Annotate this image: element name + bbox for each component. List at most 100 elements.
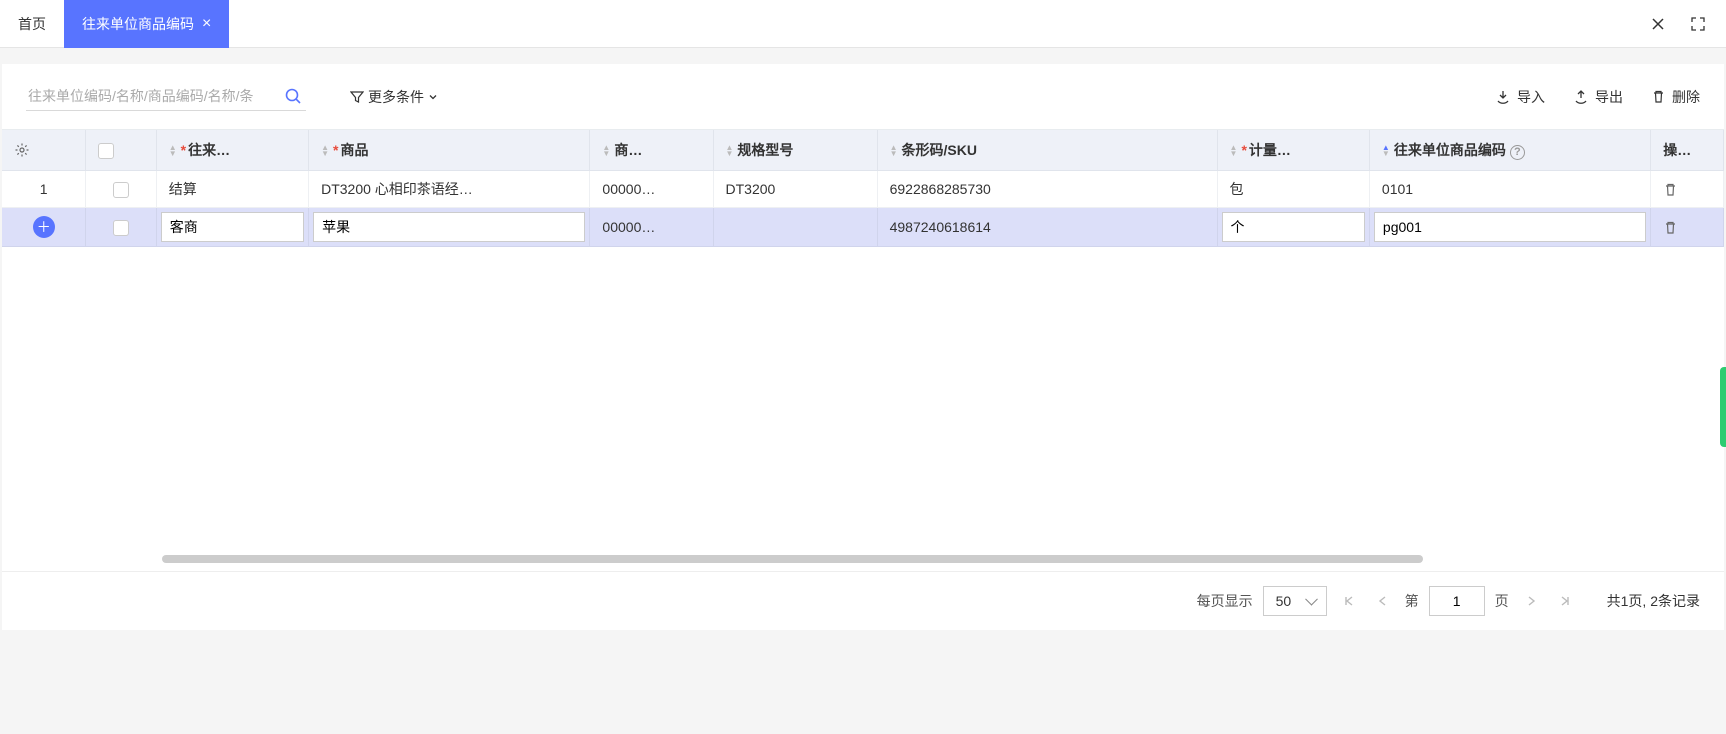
content-area: 更多条件 导入 导出 <box>0 48 1726 734</box>
tab-home[interactable]: 首页 <box>0 0 64 48</box>
product-input[interactable] <box>313 212 585 242</box>
pagination: 每页显示 50 第 页 共1页, 2条记录 <box>2 571 1724 630</box>
sort-icon: ▲▼ <box>321 145 329 157</box>
column-partner-code[interactable]: ▲▼往来单位商品编码? <box>1370 130 1651 171</box>
fullscreen-icon[interactable] <box>1686 12 1710 36</box>
page-summary: 共1页, 2条记录 <box>1607 591 1700 611</box>
table-container: ▲▼*往来… ▲▼*商品 ▲▼商… ▲▼规格型号 ▲▼条形码/SKU ▲▼*计量… <box>2 129 1724 547</box>
row-checkbox-cell <box>86 171 156 208</box>
more-conditions-label: 更多条件 <box>368 87 424 107</box>
page-last-button[interactable] <box>1553 589 1577 613</box>
partner-input[interactable] <box>161 212 304 242</box>
partner-code-input[interactable] <box>1374 212 1646 242</box>
column-spec[interactable]: ▲▼规格型号 <box>714 130 878 171</box>
chevron-down-icon <box>428 92 438 102</box>
page-first-button[interactable] <box>1337 589 1361 613</box>
import-icon <box>1495 89 1511 105</box>
export-icon <box>1573 89 1589 105</box>
column-checkbox-all[interactable] <box>86 130 156 171</box>
sort-icon: ▲▼ <box>726 145 734 157</box>
search-input[interactable] <box>26 82 306 110</box>
cell-partner-code <box>1370 208 1651 247</box>
horizontal-scrollbar[interactable] <box>162 555 1700 565</box>
cell-spec[interactable]: DT3200 <box>714 171 878 208</box>
per-page-label: 每页显示 <box>1197 591 1253 611</box>
cell-uom <box>1218 208 1370 247</box>
cell-partner-code[interactable]: 0101 <box>1370 171 1651 208</box>
search-box <box>26 82 306 111</box>
row-delete-button[interactable] <box>1663 220 1711 235</box>
row-checkbox-cell <box>86 208 156 247</box>
cell-operation <box>1651 171 1724 208</box>
close-all-icon[interactable] <box>1646 12 1670 36</box>
column-uom[interactable]: ▲▼*计量… <box>1218 130 1370 171</box>
column-product-code[interactable]: ▲▼ 商… <box>590 130 713 171</box>
help-icon[interactable]: ? <box>1510 145 1525 160</box>
tabs-bar: 首页 往来单位商品编码 × <box>0 0 1726 48</box>
column-partner[interactable]: ▲▼ *往来… <box>157 130 309 171</box>
cell-barcode[interactable]: 4987240618614 <box>878 208 1218 247</box>
row-delete-button[interactable] <box>1663 182 1711 197</box>
column-product-code-label: 商… <box>614 142 642 158</box>
column-operation: 操… <box>1651 130 1724 171</box>
cell-product-code[interactable]: 00000… <box>590 208 713 247</box>
import-button[interactable]: 导入 <box>1495 87 1545 107</box>
page-input[interactable] <box>1429 586 1485 616</box>
page-prev-button[interactable] <box>1371 589 1395 613</box>
scrollbar-thumb[interactable] <box>162 555 1423 563</box>
column-product-label: 商品 <box>340 142 368 158</box>
table-header-row: ▲▼*往来… ▲▼*商品 ▲▼商… ▲▼规格型号 ▲▼条形码/SKU ▲▼*计量… <box>2 130 1724 171</box>
row-add-cell: ＋ <box>2 208 86 247</box>
cell-uom[interactable]: 包 <box>1218 171 1370 208</box>
sort-icon: ▲▼ <box>169 145 177 157</box>
sort-icon: ▲▼ <box>602 145 610 157</box>
table-row: ＋ 00000… 4987240618614 <box>2 208 1724 247</box>
row-index: 1 <box>2 171 86 208</box>
toolbar: 更多条件 导入 导出 <box>2 64 1724 129</box>
row-checkbox[interactable] <box>113 220 129 236</box>
sort-icon: ▲▼ <box>890 145 898 157</box>
add-row-button[interactable]: ＋ <box>33 216 55 238</box>
table-row: 1 结算 DT3200 心相印茶语经… 00000… DT3200 692286… <box>2 171 1724 208</box>
more-conditions-button[interactable]: 更多条件 <box>350 87 438 107</box>
cell-product-code[interactable]: 00000… <box>590 171 713 208</box>
import-label: 导入 <box>1517 87 1545 107</box>
sort-icon: ▲▼ <box>1382 145 1390 157</box>
uom-input[interactable] <box>1222 212 1365 242</box>
search-icon[interactable] <box>284 87 302 105</box>
gear-icon <box>14 142 73 158</box>
required-star: * <box>1241 142 1246 158</box>
column-barcode[interactable]: ▲▼条形码/SKU <box>878 130 1218 171</box>
column-operation-label: 操… <box>1663 142 1691 158</box>
cell-partner <box>157 208 309 247</box>
close-icon[interactable]: × <box>202 15 211 33</box>
filter-icon <box>350 90 364 104</box>
cell-product[interactable]: DT3200 心相印茶语经… <box>309 171 590 208</box>
cell-partner[interactable]: 结算 <box>157 171 309 208</box>
cell-spec[interactable] <box>714 208 878 247</box>
tab-home-label: 首页 <box>18 14 46 34</box>
cell-product <box>309 208 590 247</box>
page-prefix: 第 <box>1405 591 1419 611</box>
column-product[interactable]: ▲▼*商品 <box>309 130 590 171</box>
side-handle[interactable] <box>1720 367 1726 447</box>
tab-partner-product-code[interactable]: 往来单位商品编码 × <box>64 0 229 48</box>
cell-barcode[interactable]: 6922868285730 <box>878 171 1218 208</box>
per-page-select[interactable]: 50 <box>1263 586 1327 616</box>
column-spec-label: 规格型号 <box>737 142 793 158</box>
data-table: ▲▼*往来… ▲▼*商品 ▲▼商… ▲▼规格型号 ▲▼条形码/SKU ▲▼*计量… <box>2 130 1724 247</box>
page-suffix: 页 <box>1495 591 1509 611</box>
cell-operation <box>1651 208 1724 247</box>
column-partner-label: 往来… <box>188 142 230 158</box>
export-button[interactable]: 导出 <box>1573 87 1623 107</box>
column-settings[interactable] <box>2 130 86 171</box>
page-next-button[interactable] <box>1519 589 1543 613</box>
row-checkbox[interactable] <box>113 182 129 198</box>
delete-button[interactable]: 删除 <box>1651 87 1700 107</box>
checkbox-all[interactable] <box>98 143 114 159</box>
column-uom-label: 计量… <box>1249 142 1291 158</box>
tab-active-label: 往来单位商品编码 <box>82 14 194 34</box>
per-page-value: 50 <box>1276 593 1292 609</box>
required-star: * <box>181 142 186 158</box>
sort-icon: ▲▼ <box>1230 145 1238 157</box>
